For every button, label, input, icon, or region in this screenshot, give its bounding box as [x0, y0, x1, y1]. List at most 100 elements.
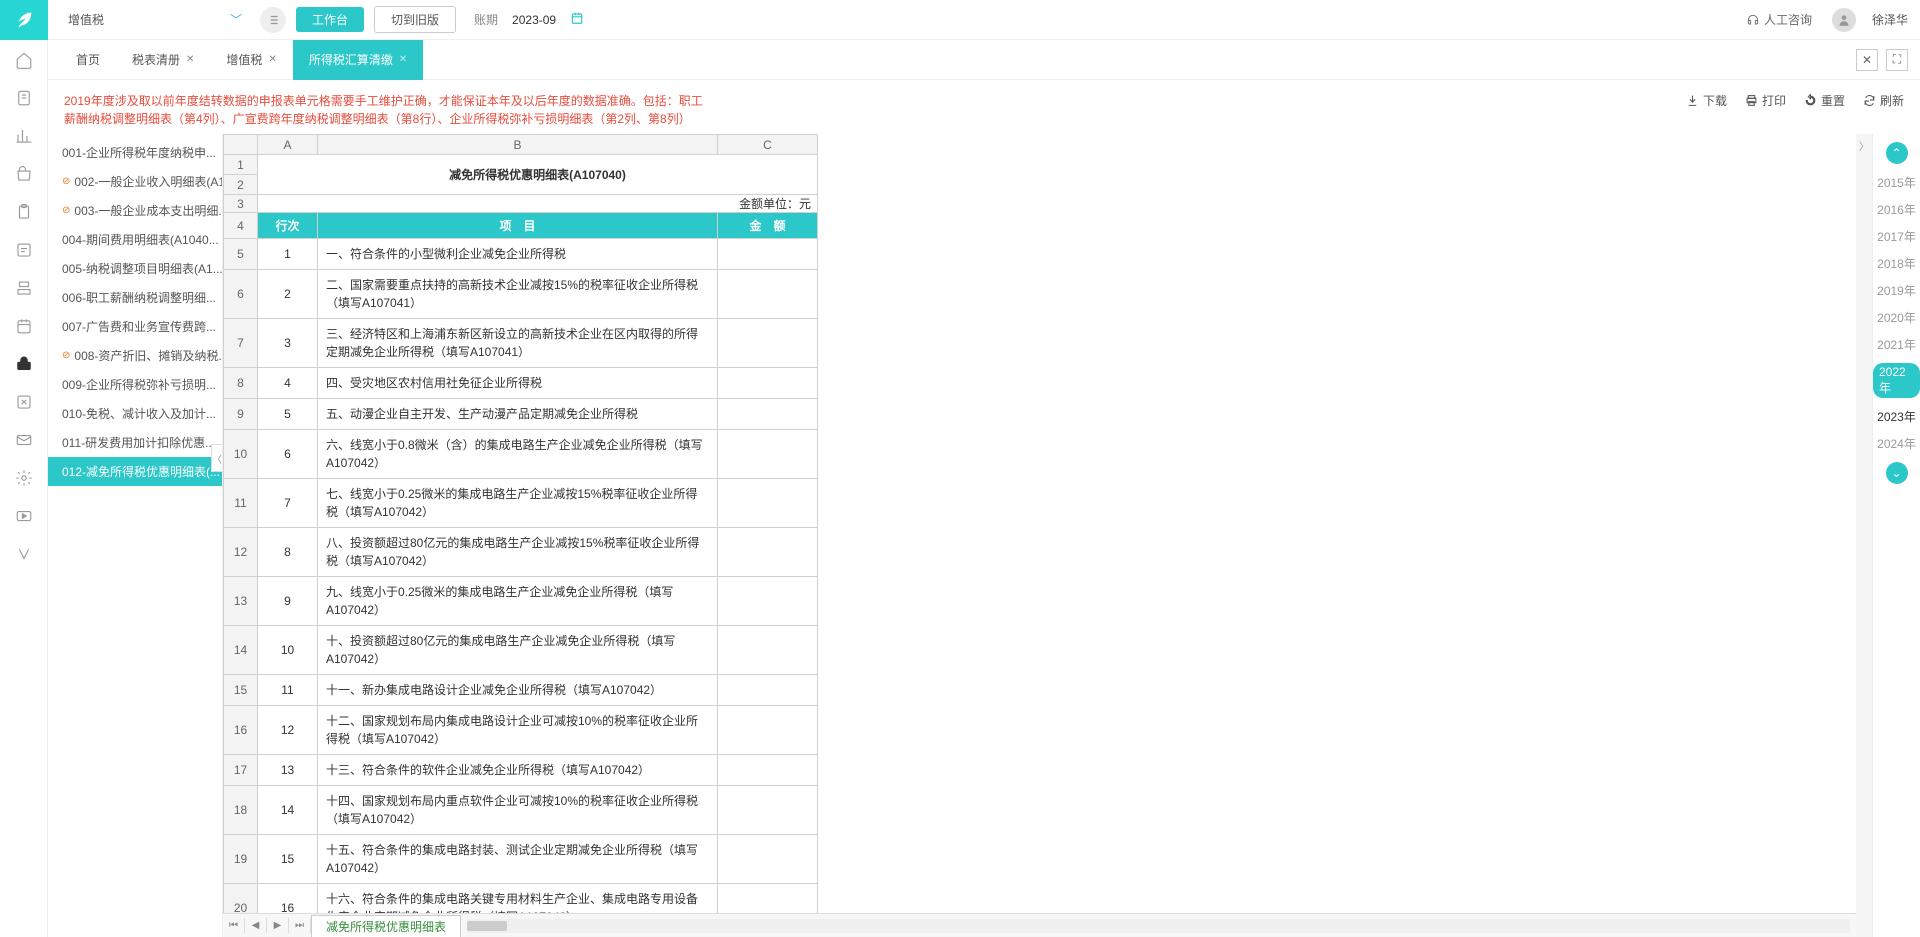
row-header[interactable]: 20	[224, 884, 258, 914]
sheet-tab[interactable]: 减免所得税优惠明细表	[311, 915, 461, 937]
tree-item[interactable]: ⊘003-一般企业成本支出明细...	[48, 196, 222, 225]
amount-cell[interactable]	[718, 675, 818, 706]
row-header[interactable]: 8	[224, 368, 258, 399]
tab-税表清册[interactable]: 税表清册✕	[116, 40, 210, 80]
year-item[interactable]: 2023年	[1877, 408, 1916, 425]
col-header[interactable]: A	[258, 135, 318, 155]
tree-item[interactable]: 006-职工薪酬纳税调整明细...	[48, 283, 222, 312]
row-header[interactable]: 15	[224, 675, 258, 706]
tab-close-icon[interactable]: ✕	[186, 54, 194, 65]
app-logo[interactable]	[0, 0, 48, 40]
row-header[interactable]: 14	[224, 626, 258, 675]
tab-增值税[interactable]: 增值税✕	[210, 40, 292, 80]
nav-calendar-icon[interactable]	[14, 316, 34, 336]
row-header[interactable]: 6	[224, 270, 258, 319]
refresh-button[interactable]: 刷新	[1863, 92, 1904, 109]
module-dropdown[interactable]: 增值税 ﹀	[60, 7, 250, 32]
amount-cell[interactable]	[718, 577, 818, 626]
year-item[interactable]: 2024年	[1877, 435, 1916, 452]
download-button[interactable]: 下载	[1686, 92, 1727, 109]
username[interactable]: 徐泽华	[1872, 11, 1908, 28]
row-header[interactable]: 10	[224, 430, 258, 479]
tree-item[interactable]: 009-企业所得税弥补亏损明...	[48, 370, 222, 399]
row-header[interactable]: 13	[224, 577, 258, 626]
workbench-button[interactable]: 工作台	[296, 7, 364, 32]
amount-cell[interactable]	[718, 626, 818, 675]
nav-home-icon[interactable]	[14, 50, 34, 70]
row-header[interactable]: 19	[224, 835, 258, 884]
nav-tax-icon[interactable]	[14, 354, 34, 374]
amount-cell[interactable]	[718, 319, 818, 368]
year-item[interactable]: 2019年	[1877, 282, 1916, 299]
amount-cell[interactable]	[718, 239, 818, 270]
row-header[interactable]: 11	[224, 479, 258, 528]
nav-report-icon[interactable]	[14, 240, 34, 260]
year-scroll-up[interactable]: ⌃	[1886, 142, 1908, 164]
amount-cell[interactable]	[718, 368, 818, 399]
row-header[interactable]: 7	[224, 319, 258, 368]
row-header[interactable]: 16	[224, 706, 258, 755]
row-header[interactable]: 4	[224, 213, 258, 239]
nav-video-icon[interactable]	[14, 506, 34, 526]
amount-cell[interactable]	[718, 270, 818, 319]
sheet-nav-prev[interactable]: ◀	[245, 918, 267, 933]
nav-bag-icon[interactable]	[14, 164, 34, 184]
tree-collapse-handle[interactable]: 〈	[211, 444, 223, 472]
nav-clipboard-icon[interactable]	[14, 202, 34, 222]
nav-settings-icon[interactable]	[14, 468, 34, 488]
year-item[interactable]: 2022年	[1873, 363, 1920, 398]
right-expand-handle[interactable]: 〉	[1856, 134, 1872, 937]
year-item[interactable]: 2017年	[1877, 228, 1916, 245]
tree-item[interactable]: 010-免税、减计收入及加计...	[48, 399, 222, 428]
nav-transfer-icon[interactable]	[14, 392, 34, 412]
tab-close-all[interactable]: ✕	[1856, 49, 1878, 71]
nav-doc-icon[interactable]	[14, 88, 34, 108]
year-item[interactable]: 2018年	[1877, 255, 1916, 272]
switch-old-button[interactable]: 切到旧版	[374, 6, 456, 33]
amount-cell[interactable]	[718, 479, 818, 528]
avatar[interactable]	[1832, 8, 1856, 32]
row-header[interactable]: 12	[224, 528, 258, 577]
row-header[interactable]: 1	[224, 155, 258, 175]
tree-item[interactable]: 012-减免所得税优惠明细表(...	[48, 457, 222, 486]
year-item[interactable]: 2021年	[1877, 336, 1916, 353]
period-value[interactable]: 2023-09	[512, 13, 556, 27]
amount-cell[interactable]	[718, 786, 818, 835]
nav-chart-icon[interactable]	[14, 126, 34, 146]
col-header[interactable]: B	[318, 135, 718, 155]
year-scroll-down[interactable]: ⌄	[1886, 462, 1908, 484]
tree-item[interactable]: 005-纳税调整项目明细表(A1...	[48, 254, 222, 283]
year-item[interactable]: 2016年	[1877, 201, 1916, 218]
amount-cell[interactable]	[718, 835, 818, 884]
col-header[interactable]: C	[718, 135, 818, 155]
amount-cell[interactable]	[718, 430, 818, 479]
sheet-nav-first[interactable]: ⏮	[223, 918, 245, 933]
tab-首页[interactable]: 首页	[60, 40, 116, 80]
tab-所得税汇算清缴[interactable]: 所得税汇算清缴✕	[293, 40, 423, 80]
support-link[interactable]: 人工咨询	[1746, 11, 1812, 28]
tree-item[interactable]: 007-广告费和业务宣传费跨...	[48, 312, 222, 341]
list-button[interactable]	[260, 7, 286, 33]
sheet-nav-next[interactable]: ▶	[267, 918, 289, 933]
amount-cell[interactable]	[718, 755, 818, 786]
row-header[interactable]: 3	[224, 195, 258, 213]
print-button[interactable]: 打印	[1745, 92, 1786, 109]
tab-expand[interactable]: ⛶	[1886, 49, 1908, 71]
row-header[interactable]: 18	[224, 786, 258, 835]
nav-stamp-icon[interactable]	[14, 278, 34, 298]
row-header[interactable]: 17	[224, 755, 258, 786]
tree-item[interactable]: ⊘002-一般企业收入明细表(A1...	[48, 167, 222, 196]
row-header[interactable]: 2	[224, 175, 258, 195]
tree-item[interactable]: 004-期间费用明细表(A1040...	[48, 225, 222, 254]
sheet-nav-last[interactable]: ⏭	[289, 918, 311, 933]
row-header[interactable]: 5	[224, 239, 258, 270]
calendar-icon[interactable]	[570, 11, 584, 28]
tab-close-icon[interactable]: ✕	[399, 54, 407, 65]
row-header[interactable]: 9	[224, 399, 258, 430]
horizontal-scrollbar[interactable]	[467, 919, 1850, 933]
nav-v-icon[interactable]	[14, 544, 34, 564]
amount-cell[interactable]	[718, 528, 818, 577]
year-item[interactable]: 2020年	[1877, 309, 1916, 326]
tree-item[interactable]: ⊘008-资产折旧、摊销及纳税...	[48, 341, 222, 370]
tree-item[interactable]: 011-研发费用加计扣除优惠...	[48, 428, 222, 457]
